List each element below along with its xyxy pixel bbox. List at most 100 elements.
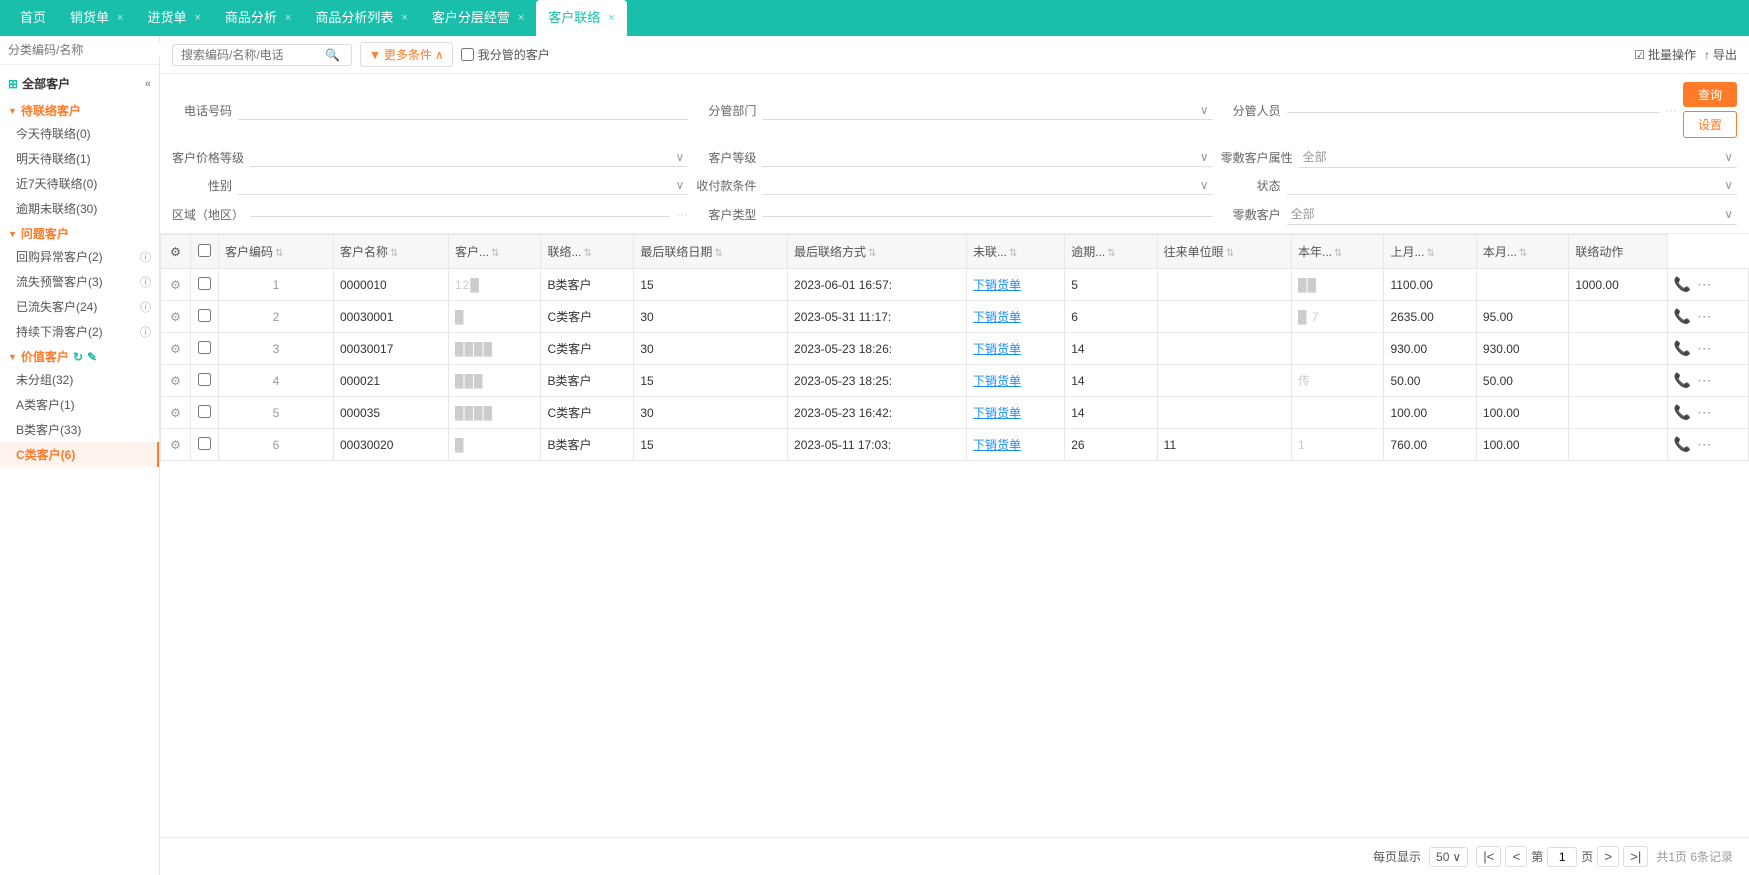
contact-action-phone-1[interactable]: 📞 bbox=[1674, 308, 1691, 325]
phone-input[interactable] bbox=[238, 101, 688, 120]
nav-customer-contact[interactable]: 客户联络 × bbox=[536, 0, 626, 36]
sidebar-item-tomorrow[interactable]: 明天待联络(1) bbox=[0, 146, 159, 171]
sidebar-item-today[interactable]: 今天待联络(0) bbox=[0, 121, 159, 146]
filter-more-btn[interactable]: ▼ 更多条件 ∧ bbox=[360, 42, 453, 67]
sidebar-item-class-c[interactable]: C类客户(6) bbox=[0, 442, 159, 467]
sort-year-icon[interactable]: ⇅ bbox=[1334, 248, 1342, 259]
close-product-analysis-icon[interactable]: × bbox=[285, 0, 291, 36]
select-all-checkbox[interactable] bbox=[198, 244, 211, 257]
type-select[interactable] bbox=[762, 212, 1212, 217]
last-method-link-0[interactable]: 下销货单 bbox=[973, 278, 1021, 292]
sort-no-contact-icon[interactable]: ⇅ bbox=[1009, 248, 1017, 259]
contact-action-more-2[interactable]: ⋯ bbox=[1697, 340, 1711, 357]
edit-icon[interactable]: ✎ bbox=[87, 350, 97, 364]
retail-attr-select[interactable]: 全部 ∨ bbox=[1299, 146, 1737, 168]
close-customer-contact-icon[interactable]: × bbox=[608, 0, 614, 36]
sidebar-item-overdue[interactable]: 逾期未联络(30) bbox=[0, 196, 159, 221]
sort-overdue-icon[interactable]: ⇅ bbox=[1107, 248, 1115, 259]
sort-last-method-icon[interactable]: ⇅ bbox=[868, 248, 876, 259]
next-page-btn[interactable]: > bbox=[1597, 846, 1619, 867]
td-last-method-5[interactable]: 下销货单 bbox=[966, 429, 1064, 461]
sidebar-item-class-b[interactable]: B类客户(33) bbox=[0, 417, 159, 442]
td-checkbox-2[interactable] bbox=[191, 333, 219, 365]
my-customers-checkbox[interactable] bbox=[461, 48, 474, 61]
last-method-link-2[interactable]: 下销货单 bbox=[973, 342, 1021, 356]
close-sales-order-icon[interactable]: × bbox=[117, 0, 123, 36]
sort-last-date-icon[interactable]: ⇅ bbox=[714, 248, 722, 259]
sidebar-item-7days[interactable]: 近7天待联络(0) bbox=[0, 171, 159, 196]
gender-select[interactable]: ∨ bbox=[238, 176, 688, 195]
th-checkbox[interactable] bbox=[191, 235, 219, 269]
nav-purchase-order[interactable]: 进货单 × bbox=[135, 0, 212, 36]
last-method-link-1[interactable]: 下销货单 bbox=[973, 310, 1021, 324]
price-grade-select[interactable]: ∨ bbox=[250, 148, 688, 167]
row-checkbox-5[interactable] bbox=[198, 437, 211, 450]
contact-action-phone-0[interactable]: 📞 bbox=[1674, 276, 1691, 293]
filter-search-input[interactable] bbox=[181, 48, 321, 62]
contact-action-more-5[interactable]: ⋯ bbox=[1697, 436, 1711, 453]
row-checkbox-4[interactable] bbox=[198, 405, 211, 418]
row-checkbox-1[interactable] bbox=[198, 309, 211, 322]
close-customer-segment-icon[interactable]: × bbox=[518, 0, 524, 36]
td-last-method-3[interactable]: 下销货单 bbox=[966, 365, 1064, 397]
contact-action-phone-4[interactable]: 📞 bbox=[1674, 404, 1691, 421]
region-select[interactable] bbox=[250, 212, 670, 217]
row-checkbox-2[interactable] bbox=[198, 341, 211, 354]
person-dotdot[interactable]: ··· bbox=[1665, 103, 1677, 117]
nav-product-analysis-list[interactable]: 商品分析列表 × bbox=[303, 0, 419, 36]
grade-select[interactable]: ∨ bbox=[762, 148, 1212, 167]
refresh-icon[interactable]: ↻ bbox=[73, 350, 83, 364]
page-size-select[interactable]: 50 ∨ bbox=[1429, 847, 1468, 867]
my-customers-checkbox-label[interactable]: 我分管的客户 bbox=[461, 46, 550, 63]
contact-action-phone-3[interactable]: 📞 bbox=[1674, 372, 1691, 389]
contact-action-more-1[interactable]: ⋯ bbox=[1697, 308, 1711, 325]
batch-op-btn[interactable]: ☑ 批量操作 bbox=[1634, 46, 1696, 63]
export-btn[interactable]: ↑ 导出 bbox=[1704, 46, 1737, 63]
last-method-link-5[interactable]: 下销货单 bbox=[973, 438, 1021, 452]
section-title-pending[interactable]: 待联络客户 bbox=[0, 98, 159, 121]
contact-action-more-0[interactable]: ⋯ bbox=[1697, 276, 1711, 293]
sort-last-month-icon[interactable]: ⇅ bbox=[1426, 248, 1434, 259]
contact-action-phone-2[interactable]: 📞 bbox=[1674, 340, 1691, 357]
td-last-method-1[interactable]: 下销货单 bbox=[966, 301, 1064, 333]
contact-action-more-4[interactable]: ⋯ bbox=[1697, 404, 1711, 421]
contact-action-more-3[interactable]: ⋯ bbox=[1697, 372, 1711, 389]
person-select[interactable] bbox=[1287, 108, 1659, 113]
nav-sales-order[interactable]: 销货单 × bbox=[58, 0, 135, 36]
payment-select[interactable]: ∨ bbox=[762, 176, 1212, 195]
query-btn[interactable]: 查询 bbox=[1683, 82, 1737, 107]
td-checkbox-5[interactable] bbox=[191, 429, 219, 461]
td-checkbox-1[interactable] bbox=[191, 301, 219, 333]
td-checkbox-3[interactable] bbox=[191, 365, 219, 397]
sidebar-item-repurchase-abnormal[interactable]: 回购异常客户(2) ⓘ bbox=[0, 244, 159, 269]
dept-select[interactable]: ∨ bbox=[762, 101, 1212, 120]
sidebar-search-input[interactable] bbox=[8, 43, 163, 57]
page-input[interactable] bbox=[1547, 847, 1577, 867]
status-select[interactable]: ∨ bbox=[1287, 176, 1737, 195]
section-title-problem[interactable]: 问题客户 bbox=[0, 221, 159, 244]
last-page-btn[interactable]: >| bbox=[1623, 846, 1648, 867]
nav-home[interactable]: 首页 bbox=[8, 0, 58, 36]
sidebar-item-churned[interactable]: 已流失客户(24) ⓘ bbox=[0, 294, 159, 319]
sidebar-item-declining[interactable]: 持续下滑客户(2) ⓘ bbox=[0, 319, 159, 344]
region-dotdot[interactable]: ··· bbox=[676, 207, 688, 221]
retail-select[interactable]: 全部 ∨ bbox=[1287, 203, 1737, 225]
filter-search-icon[interactable]: 🔍 bbox=[325, 48, 340, 62]
sort-code-icon[interactable]: ⇅ bbox=[275, 248, 283, 259]
td-checkbox-0[interactable] bbox=[191, 269, 219, 301]
sidebar-item-churn-warn[interactable]: 流失预警客户(3) ⓘ bbox=[0, 269, 159, 294]
close-product-analysis-list-icon[interactable]: × bbox=[401, 0, 407, 36]
sort-type-icon[interactable]: ⇅ bbox=[491, 248, 499, 259]
sort-name-icon[interactable]: ⇅ bbox=[390, 248, 398, 259]
td-last-method-2[interactable]: 下销货单 bbox=[966, 333, 1064, 365]
sidebar-item-unclassified[interactable]: 未分组(32) bbox=[0, 367, 159, 392]
sidebar-item-class-a[interactable]: A类客户(1) bbox=[0, 392, 159, 417]
row-checkbox-0[interactable] bbox=[198, 277, 211, 290]
th-settings[interactable]: ⚙ bbox=[161, 235, 191, 269]
last-method-link-4[interactable]: 下销货单 bbox=[973, 406, 1021, 420]
sort-unit-icon[interactable]: ⇅ bbox=[1226, 248, 1234, 259]
nav-customer-segment[interactable]: 客户分层经营 × bbox=[420, 0, 536, 36]
nav-product-analysis[interactable]: 商品分析 × bbox=[213, 0, 303, 36]
row-checkbox-3[interactable] bbox=[198, 373, 211, 386]
td-last-method-4[interactable]: 下销货单 bbox=[966, 397, 1064, 429]
